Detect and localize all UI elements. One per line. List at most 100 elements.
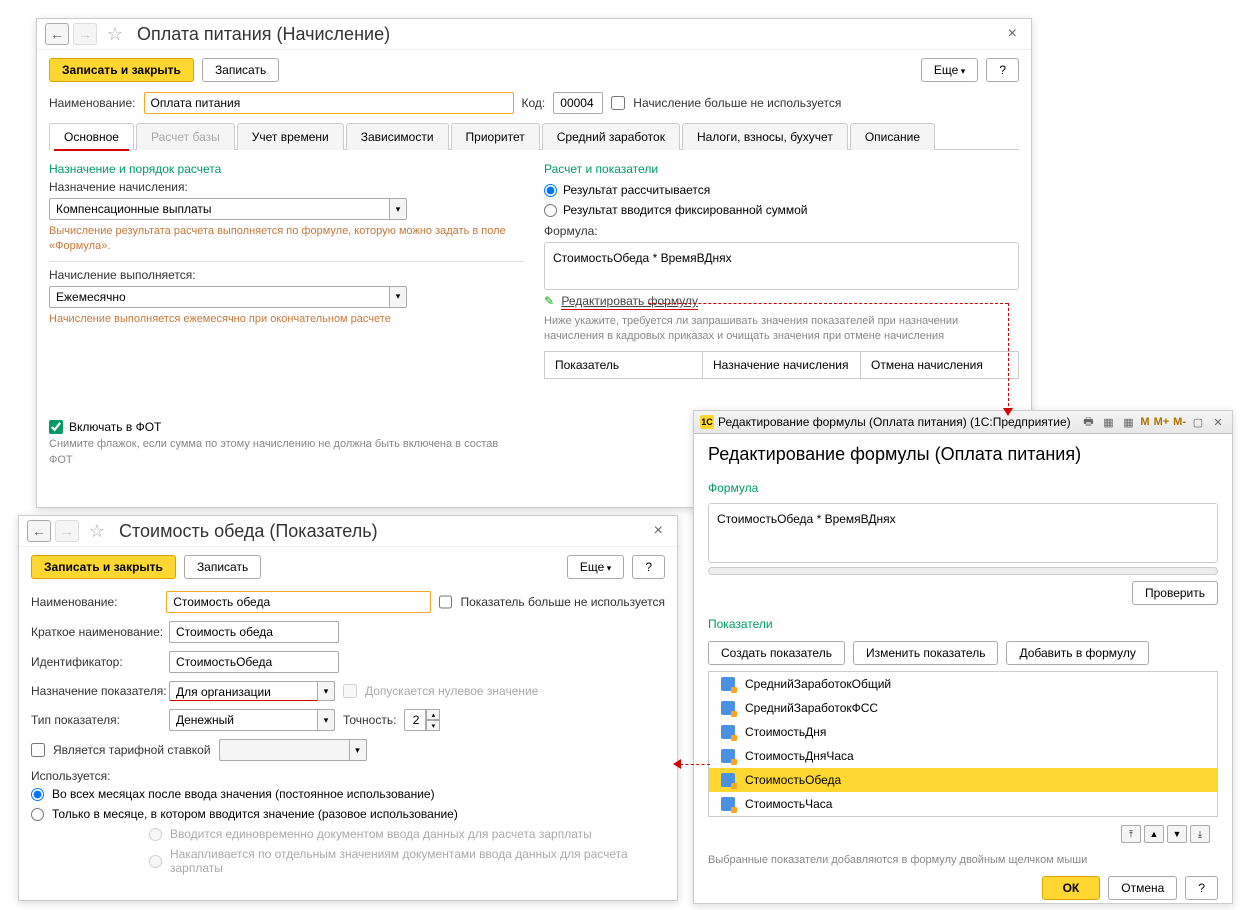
tab-time[interactable]: Учет времени bbox=[237, 123, 344, 150]
not-used-checkbox[interactable] bbox=[439, 595, 453, 609]
list-item[interactable]: СреднийЗаработокОбщий bbox=[709, 672, 1217, 696]
radio-calculated[interactable] bbox=[544, 184, 557, 197]
nav-last[interactable]: ⤓ bbox=[1190, 825, 1210, 843]
tab-deps[interactable]: Зависимости bbox=[346, 123, 449, 150]
maximize-icon[interactable]: ▢ bbox=[1190, 414, 1206, 430]
calc-icon[interactable]: ▦ bbox=[1100, 414, 1116, 430]
code-input[interactable] bbox=[553, 92, 603, 114]
list-item[interactable]: СреднийЗаработокФСС bbox=[709, 696, 1217, 720]
help-button[interactable]: ? bbox=[1185, 876, 1218, 900]
star-icon[interactable]: ☆ bbox=[87, 521, 107, 541]
save-close-button[interactable]: Записать и закрыть bbox=[49, 58, 194, 82]
type-dropdown[interactable]: ▾ bbox=[317, 709, 335, 731]
tariff-label: Является тарифной ставкой bbox=[53, 743, 211, 757]
add-to-formula-button[interactable]: Добавить в формулу bbox=[1006, 641, 1148, 665]
save-close-button[interactable]: Записать и закрыть bbox=[31, 555, 176, 579]
indicators-table: Показатель Назначение начисления Отмена … bbox=[544, 351, 1019, 379]
m-plus-button[interactable]: M+ bbox=[1154, 416, 1170, 428]
zero-checkbox bbox=[343, 684, 357, 698]
radio-sub2-label: Накапливается по отдельным значениям док… bbox=[170, 847, 665, 875]
forward-button[interactable]: → bbox=[73, 23, 97, 45]
not-used-checkbox[interactable] bbox=[611, 96, 625, 110]
tab-priority[interactable]: Приоритет bbox=[451, 123, 540, 150]
purpose-dropdown[interactable]: ▾ bbox=[389, 198, 407, 220]
m-button[interactable]: M bbox=[1140, 416, 1149, 428]
tab-tax[interactable]: Налоги, взносы, бухучет bbox=[682, 123, 848, 150]
radio-fixed[interactable] bbox=[544, 204, 557, 217]
purpose-combo[interactable] bbox=[169, 681, 317, 701]
performed-combo[interactable] bbox=[49, 286, 389, 308]
back-button[interactable]: ← bbox=[27, 520, 51, 542]
radio-permanent[interactable] bbox=[31, 788, 44, 801]
precision-down[interactable]: ▾ bbox=[426, 720, 440, 731]
close-icon[interactable]: ✕ bbox=[1210, 414, 1226, 430]
scrollbar[interactable] bbox=[708, 567, 1218, 575]
tariff-combo bbox=[219, 739, 349, 761]
list-item[interactable]: СтоимостьДняЧаса bbox=[709, 744, 1217, 768]
cancel-button[interactable]: Отмена bbox=[1108, 876, 1177, 900]
name-input[interactable] bbox=[166, 591, 431, 613]
formula-editor[interactable]: СтоимостьОбеда * ВремяВДнях bbox=[708, 503, 1218, 563]
performed-hint: Начисление выполняется ежемесячно при ок… bbox=[49, 312, 524, 327]
tariff-dropdown: ▾ bbox=[349, 739, 367, 761]
radio-fixed-label: Результат вводится фиксированной суммой bbox=[563, 203, 807, 217]
calendar-icon[interactable]: ▦ bbox=[1120, 414, 1136, 430]
edit-indicator-button[interactable]: Изменить показатель bbox=[853, 641, 999, 665]
not-used-label: Начисление больше не используется bbox=[633, 96, 841, 110]
star-icon[interactable]: ☆ bbox=[105, 24, 125, 44]
list-item[interactable]: СтоимостьДня bbox=[709, 720, 1217, 744]
id-input[interactable] bbox=[169, 651, 339, 673]
type-combo[interactable] bbox=[169, 709, 317, 731]
fot-checkbox[interactable] bbox=[49, 420, 63, 434]
performed-dropdown[interactable]: ▾ bbox=[389, 286, 407, 308]
create-indicator-button[interactable]: Создать показатель bbox=[708, 641, 845, 665]
radio-once-label: Только в месяце, в котором вводится знач… bbox=[52, 807, 458, 821]
list-item[interactable]: СтоимостьЧаса bbox=[709, 792, 1217, 816]
used-label: Используется: bbox=[31, 769, 111, 783]
tariff-checkbox[interactable] bbox=[31, 743, 45, 757]
edit-formula-link[interactable]: Редактировать формулу bbox=[561, 294, 698, 310]
check-button[interactable]: Проверить bbox=[1132, 581, 1218, 605]
pencil-icon: ✎ bbox=[544, 294, 554, 308]
precision-up[interactable]: ▴ bbox=[426, 709, 440, 720]
tab-desc[interactable]: Описание bbox=[850, 123, 935, 150]
nav-down[interactable]: ▼ bbox=[1167, 825, 1187, 843]
tab-main[interactable]: Основное bbox=[49, 123, 134, 150]
type-label: Тип показателя: bbox=[31, 713, 161, 727]
name-input[interactable] bbox=[144, 92, 514, 114]
forward-button[interactable]: → bbox=[55, 520, 79, 542]
close-icon[interactable]: × bbox=[648, 520, 669, 542]
th-assign: Назначение начисления bbox=[703, 352, 861, 378]
fot-label: Включать в ФОТ bbox=[69, 420, 161, 434]
save-button[interactable]: Записать bbox=[202, 58, 279, 82]
short-input[interactable] bbox=[169, 621, 339, 643]
print-icon[interactable]: 🖶 bbox=[1080, 414, 1096, 430]
help-button[interactable]: ? bbox=[986, 58, 1019, 82]
help-button[interactable]: ? bbox=[632, 555, 665, 579]
back-button[interactable]: ← bbox=[45, 23, 69, 45]
more-button[interactable]: Еще bbox=[567, 555, 624, 579]
more-button[interactable]: Еще bbox=[921, 58, 978, 82]
tab-base[interactable]: Расчет базы bbox=[136, 123, 235, 150]
indicator-icon bbox=[721, 749, 735, 763]
formula-section: Формула bbox=[708, 475, 1218, 499]
nav-up[interactable]: ▲ bbox=[1144, 825, 1164, 843]
purpose-combo[interactable] bbox=[49, 198, 389, 220]
tab-avg[interactable]: Средний заработок bbox=[542, 123, 680, 150]
close-icon[interactable]: × bbox=[1002, 23, 1023, 45]
radio-sub1 bbox=[149, 828, 162, 841]
indicator-icon bbox=[721, 797, 735, 811]
nav-first[interactable]: ⤒ bbox=[1121, 825, 1141, 843]
list-item[interactable]: СтоимостьОбеда bbox=[709, 768, 1217, 792]
id-label: Идентификатор: bbox=[31, 655, 161, 669]
precision-input[interactable] bbox=[404, 709, 426, 731]
annotation-arrow bbox=[1008, 303, 1009, 411]
purpose-dropdown[interactable]: ▾ bbox=[317, 681, 335, 701]
m-minus-button[interactable]: M- bbox=[1173, 416, 1186, 428]
radio-calc-label: Результат рассчитывается bbox=[563, 183, 710, 197]
name-label: Наименование: bbox=[31, 595, 158, 609]
performed-label: Начисление выполняется: bbox=[49, 268, 524, 282]
save-button[interactable]: Записать bbox=[184, 555, 261, 579]
ok-button[interactable]: ОК bbox=[1042, 876, 1101, 900]
radio-once[interactable] bbox=[31, 808, 44, 821]
